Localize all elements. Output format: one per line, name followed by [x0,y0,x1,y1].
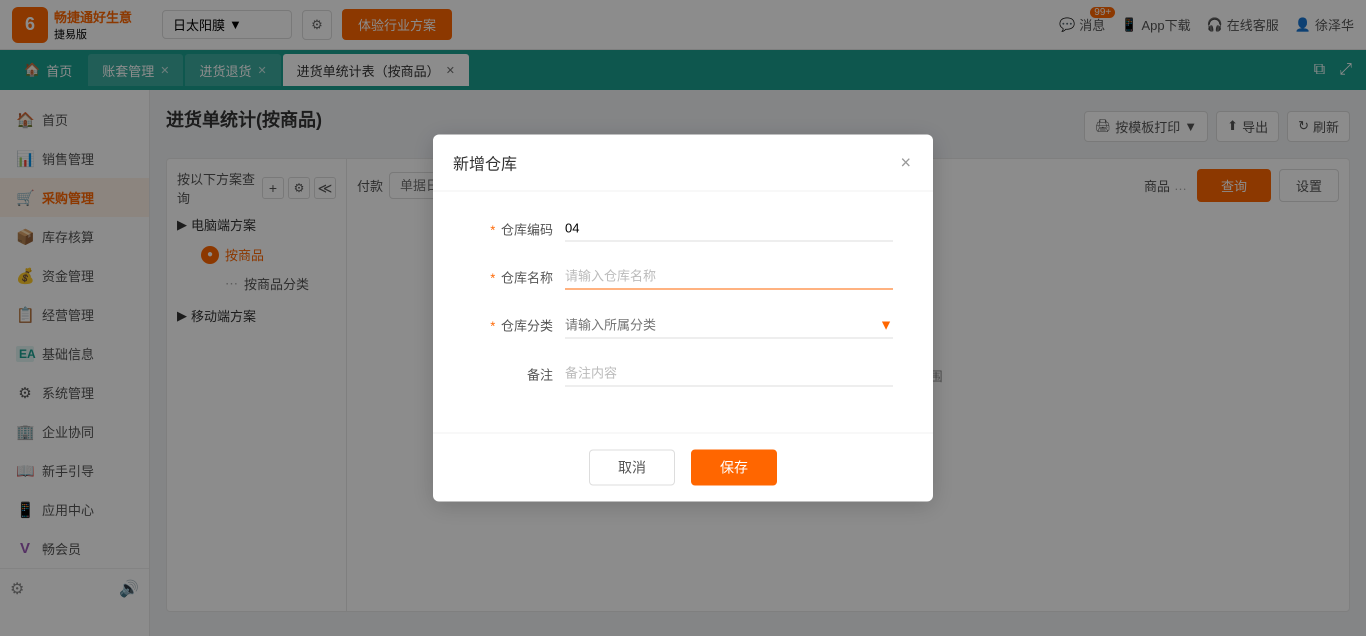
name-label: * 仓库名称 [473,267,553,286]
code-label: * 仓库编码 [473,219,553,238]
code-input[interactable] [565,216,893,242]
name-form-row: * 仓库名称 [473,264,893,290]
category-label: * 仓库分类 [473,316,553,335]
category-form-row: * 仓库分类 ▼ [473,312,893,339]
code-form-row: * 仓库编码 [473,216,893,242]
note-input[interactable] [565,361,893,387]
new-warehouse-modal: 新增仓库 × * 仓库编码 * 仓库名称 * 仓库分类 ▼ [433,135,933,502]
modal-footer: 取消 保存 [433,433,933,502]
category-select-row[interactable]: ▼ [565,312,893,339]
note-form-row: 备注 [473,361,893,387]
modal-title: 新增仓库 [453,151,517,175]
cancel-button[interactable]: 取消 [589,450,675,486]
modal-header: 新增仓库 × [433,135,933,192]
modal-body: * 仓库编码 * 仓库名称 * 仓库分类 ▼ 备注 [433,192,933,433]
modal-close-button[interactable]: × [898,152,913,174]
name-input[interactable] [565,264,893,290]
save-button[interactable]: 保存 [691,450,777,486]
note-label: 备注 [473,364,553,383]
category-input[interactable] [565,317,879,332]
category-dropdown-arrow[interactable]: ▼ [879,317,893,333]
